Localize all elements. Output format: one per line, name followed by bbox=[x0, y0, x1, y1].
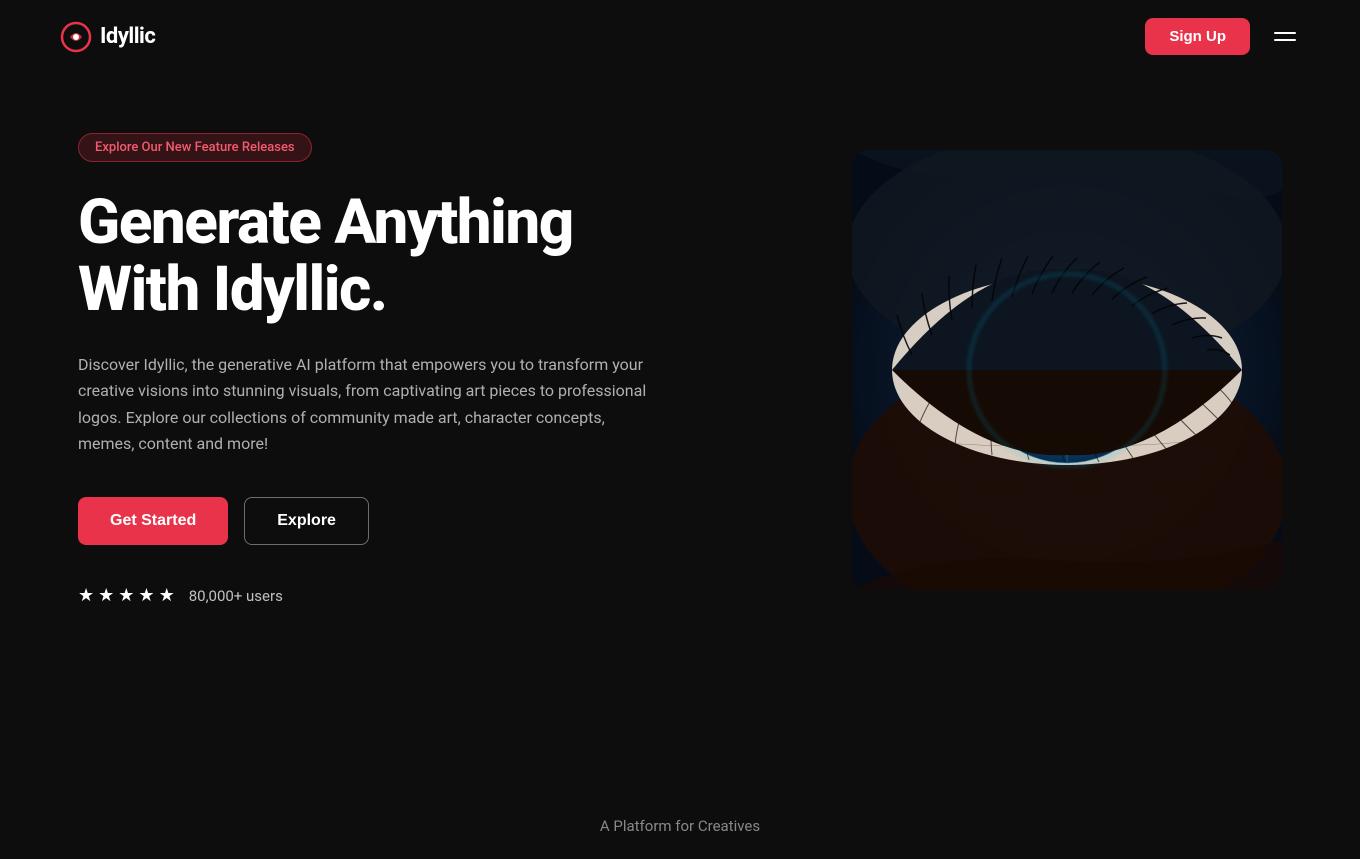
nav-actions: Sign Up bbox=[1145, 18, 1300, 55]
social-proof: ★ ★ ★ ★ ★ 80,000+ users bbox=[78, 585, 648, 606]
explore-button[interactable]: Explore bbox=[244, 497, 369, 545]
star-1: ★ bbox=[78, 585, 94, 606]
menu-button[interactable] bbox=[1270, 28, 1300, 45]
navbar: Idyllic Sign Up bbox=[0, 0, 1360, 73]
logo-link[interactable]: Idyllic bbox=[60, 21, 155, 53]
eye-svg bbox=[852, 150, 1282, 590]
logo-text: Idyllic bbox=[100, 24, 155, 49]
hero-title: Generate Anything With Idyllic. bbox=[78, 190, 648, 324]
hamburger-line-2 bbox=[1274, 39, 1296, 41]
cta-buttons: Get Started Explore bbox=[78, 497, 648, 545]
star-4: ★ bbox=[138, 585, 154, 606]
hero-image bbox=[852, 150, 1282, 590]
signup-button[interactable]: Sign Up bbox=[1145, 18, 1250, 55]
hero-content: Explore Our New Feature Releases Generat… bbox=[78, 133, 648, 606]
bottom-tagline: A Platform for Creatives bbox=[0, 793, 1360, 859]
eye-visual bbox=[852, 150, 1282, 590]
hero-title-line1: Generate Anything bbox=[78, 186, 573, 259]
star-2: ★ bbox=[98, 585, 114, 606]
logo-icon bbox=[60, 21, 92, 53]
tagline-text: A Platform for Creatives bbox=[600, 817, 760, 835]
hero-section: Explore Our New Feature Releases Generat… bbox=[0, 73, 1360, 666]
get-started-button[interactable]: Get Started bbox=[78, 497, 228, 545]
hero-description: Discover Idyllic, the generative AI plat… bbox=[78, 352, 648, 458]
users-count: 80,000+ users bbox=[189, 587, 283, 605]
hero-title-line2: With Idyllic. bbox=[78, 253, 387, 326]
star-rating: ★ ★ ★ ★ ★ bbox=[78, 585, 175, 606]
hamburger-line-1 bbox=[1274, 32, 1296, 34]
feature-badge[interactable]: Explore Our New Feature Releases bbox=[78, 133, 312, 162]
star-3: ★ bbox=[118, 585, 134, 606]
star-5: ★ bbox=[159, 585, 175, 606]
